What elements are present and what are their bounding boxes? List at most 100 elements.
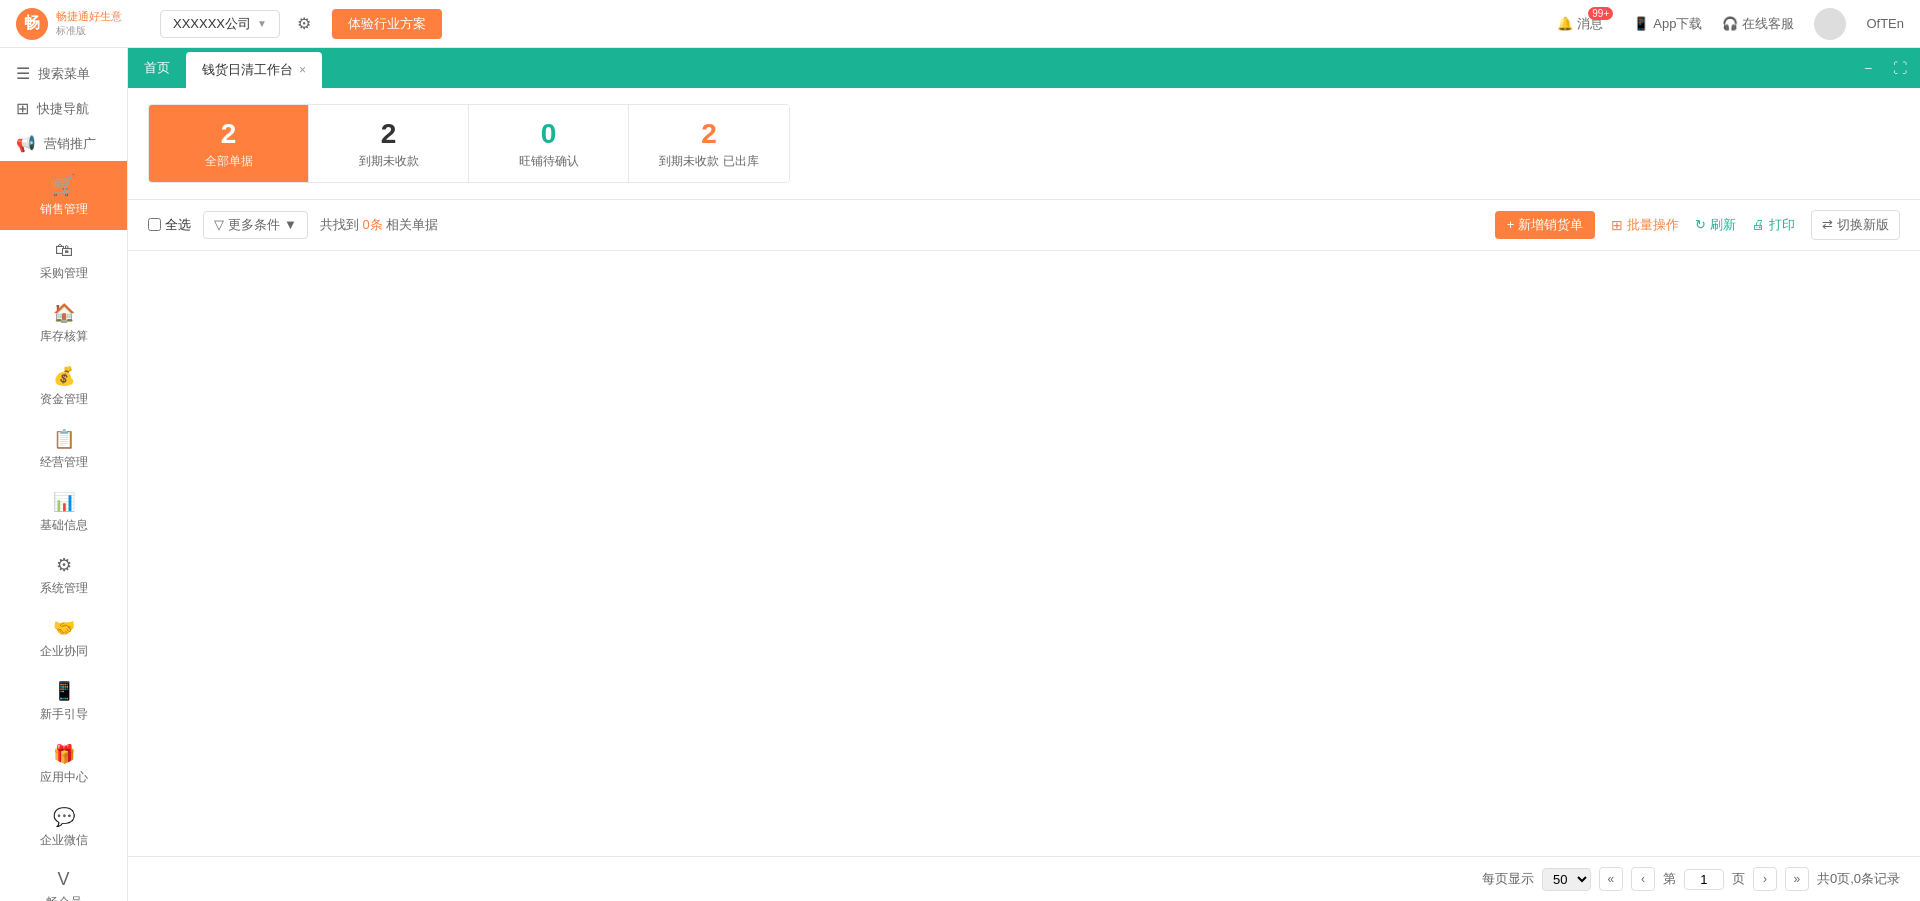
company-selector[interactable]: XXXXXX公司 ▼ [160,10,280,38]
sidebar: ☰ 搜索菜单 ⊞ 快捷导航 📢 营销推广 🛒 销售管理 🛍 采购管理 🏠 库存核… [0,48,128,901]
stat-card-pending[interactable]: 0 旺铺待确认 [469,105,629,182]
stats-cards: 2 全部单据 2 到期未收款 0 旺铺待确认 2 到期未收款 已出库 [148,104,790,183]
system-icon: ⚙ [56,554,72,576]
logo-badge: 标准版 [56,24,122,38]
sidebar-item-finance[interactable]: 💰 资金管理 [0,355,127,418]
user-name: OfTEn [1866,16,1904,31]
tab-close-button[interactable]: × [299,63,306,77]
company-name: XXXXXX公司 [173,15,251,33]
table-area [128,251,1920,856]
stat-number-shipped: 2 [649,117,769,151]
first-page-button[interactable]: « [1599,867,1623,891]
stat-label-shipped: 到期未收款 已出库 [649,153,769,170]
last-page-button[interactable]: » [1785,867,1809,891]
logo-area: 畅 畅捷通好生意 标准版 [16,8,144,40]
basic-info-icon: 📊 [53,491,75,513]
switch-icon: ⇄ [1822,217,1833,232]
online-service-label: 在线客服 [1742,15,1794,33]
tab-expand-button[interactable]: ⛶ [1888,56,1912,80]
add-sale-order-button[interactable]: + 新增销货单 [1495,211,1595,239]
refresh-button[interactable]: ↻ 刷新 [1695,216,1736,234]
tab-minimize-button[interactable]: − [1856,56,1880,80]
chevron-down-icon: ▼ [284,217,297,232]
batch-icon: ⊞ [1611,217,1623,233]
result-text: 共找到 0条 相关单据 [320,216,438,234]
page-number-input[interactable] [1684,869,1724,890]
headset-icon: 🎧 [1722,16,1738,31]
enterprise-icon: 🤝 [53,617,75,639]
sidebar-item-quick-nav[interactable]: ⊞ 快捷导航 [0,91,127,126]
app-center-icon: 🎁 [53,743,75,765]
sales-icon: 🛒 [51,173,76,197]
print-button[interactable]: 🖨 打印 [1752,216,1795,234]
stat-label-pending: 旺铺待确认 [489,153,608,170]
stat-label-all: 全部单据 [169,153,288,170]
sidebar-item-inventory[interactable]: 🏠 库存核算 [0,292,127,355]
stat-card-overdue[interactable]: 2 到期未收款 [309,105,469,182]
page-content: 2 全部单据 2 到期未收款 0 旺铺待确认 2 到期未收款 已出库 [128,88,1920,901]
pagination-bar: 每页显示 50 « ‹ 第 页 › » 共0页,0条记录 [128,856,1920,901]
wechat-icon: 💬 [53,806,75,828]
stat-label-overdue: 到期未收款 [329,153,448,170]
beginner-icon: 📱 [53,680,75,702]
compass-icon: ⊞ [16,99,29,118]
sidebar-item-search-menu[interactable]: ☰ 搜索菜单 [0,56,127,91]
result-count: 0条 [363,217,383,232]
refresh-icon: ↻ [1695,217,1706,232]
sidebar-item-app-center[interactable]: 🎁 应用中心 [0,733,127,796]
main-layout: ☰ 搜索菜单 ⊞ 快捷导航 📢 营销推广 🛒 销售管理 🛍 采购管理 🏠 库存核… [0,48,1920,901]
toolbar-right: + 新增销货单 ⊞ 批量操作 ↻ 刷新 🖨 打印 ⇄ [1495,210,1900,240]
message-badge: 99+ [1588,7,1613,20]
sidebar-item-system[interactable]: ⚙ 系统管理 [0,544,127,607]
page-label-suffix: 页 [1732,870,1745,888]
next-page-button[interactable]: › [1753,867,1777,891]
sidebar-item-member[interactable]: V 畅会员 [0,859,127,901]
print-icon: 🖨 [1752,217,1765,232]
trial-button[interactable]: 体验行业方案 [332,9,442,39]
all-checkbox-input[interactable] [148,218,161,231]
logo-text: 畅捷通好生意 [56,9,122,23]
sidebar-item-beginner[interactable]: 📱 新手引导 [0,670,127,733]
marketing-icon: 📢 [16,134,36,153]
sidebar-item-operations[interactable]: 📋 经营管理 [0,418,127,481]
message-button[interactable]: 🔔 消息 99+ [1557,15,1603,33]
prev-page-button[interactable]: ‹ [1631,867,1655,891]
total-info: 共0页,0条记录 [1817,870,1900,888]
sidebar-item-enterprise[interactable]: 🤝 企业协同 [0,607,127,670]
select-all-label: 全选 [165,216,191,234]
app-download-label: App下载 [1653,15,1702,33]
inventory-icon: 🏠 [53,302,75,324]
sidebar-item-marketing[interactable]: 📢 营销推广 [0,126,127,161]
stat-number-pending: 0 [489,117,608,151]
stat-card-shipped[interactable]: 2 到期未收款 已出库 [629,105,789,182]
sidebar-item-purchase[interactable]: 🛍 采购管理 [0,230,127,292]
stat-card-all[interactable]: 2 全部单据 [149,105,309,182]
avatar[interactable] [1814,8,1846,40]
sidebar-item-wechat[interactable]: 💬 企业微信 [0,796,127,859]
stat-number-all: 2 [169,117,288,151]
operations-icon: 📋 [53,428,75,450]
top-header: 畅 畅捷通好生意 标准版 XXXXXX公司 ▼ ⚙ 体验行业方案 🔔 消息 99… [0,0,1920,48]
select-all-checkbox[interactable]: 全选 [148,216,191,234]
page-size-select[interactable]: 50 [1542,868,1591,891]
sidebar-item-sales[interactable]: 🛒 销售管理 [0,161,127,230]
online-service-button[interactable]: 🎧 在线客服 [1722,15,1794,33]
tab-home[interactable]: 首页 [128,48,186,88]
toolbar: 全选 ▽ 更多条件 ▼ 共找到 0条 相关单据 + 新增销货单 ⊞ 批量操作 [128,200,1920,251]
member-icon: V [57,869,69,890]
filter-label: 更多条件 [228,216,280,234]
purchase-icon: 🛍 [55,240,73,261]
app-download-button[interactable]: 📱 App下载 [1633,15,1702,33]
settings-button[interactable]: ⚙ [288,8,320,40]
sidebar-item-basic-info[interactable]: 📊 基础信息 [0,481,127,544]
more-filter-button[interactable]: ▽ 更多条件 ▼ [203,211,308,239]
dropdown-arrow-icon: ▼ [257,18,267,29]
page-size-label: 每页显示 [1482,870,1534,888]
logo-icon: 畅 [16,8,48,40]
main-content: 首页 钱货日清工作台 × − ⛶ 2 全部单据 [128,48,1920,901]
batch-operation-button[interactable]: ⊞ 批量操作 [1611,216,1679,234]
tab-workbench[interactable]: 钱货日清工作台 × [186,52,322,88]
tab-bar: 首页 钱货日清工作台 × − ⛶ [128,48,1920,88]
stat-number-overdue: 2 [329,117,448,151]
switch-version-button[interactable]: ⇄ 切换新版 [1811,210,1900,240]
